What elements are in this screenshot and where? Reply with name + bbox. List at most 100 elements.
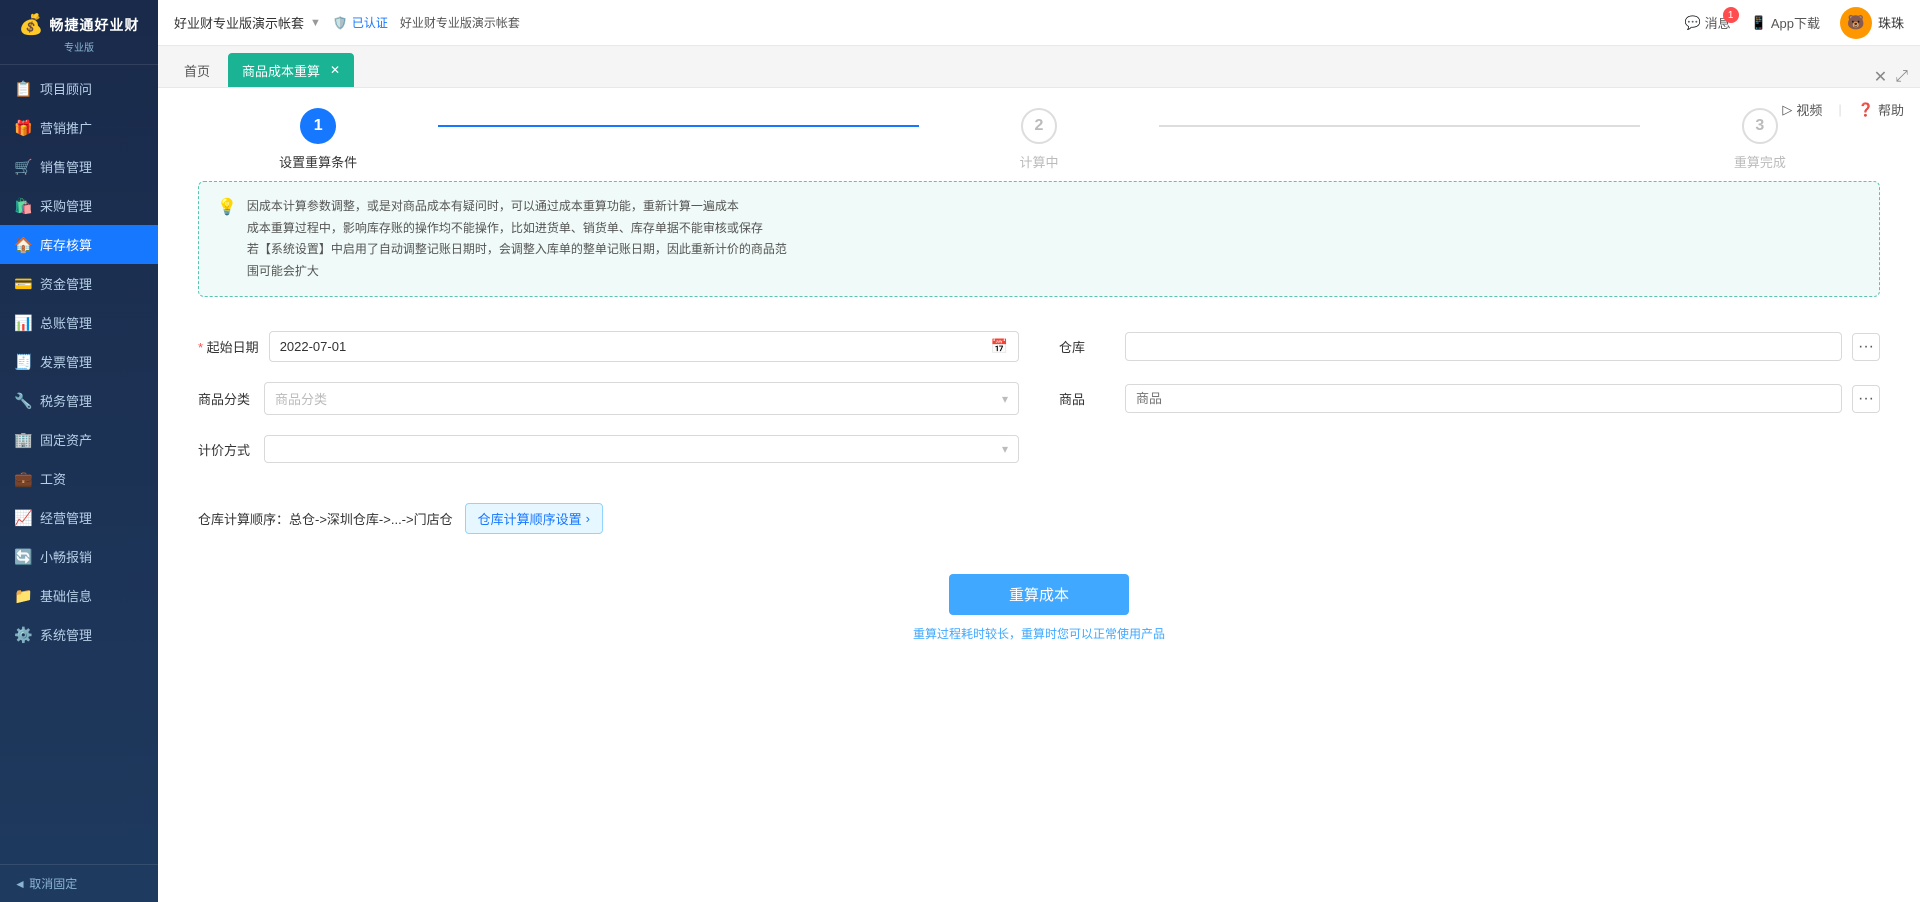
start-date-label: 起始日期: [198, 337, 259, 356]
sidebar-item-sales[interactable]: 🛒 销售管理: [0, 147, 158, 186]
category-field: 商品分类 商品分类 ▾: [198, 382, 1019, 415]
step-connector-2: [1159, 125, 1640, 127]
form-row-2: 商品分类 商品分类 ▾ 商品 ···: [198, 382, 1880, 415]
content-area: ▷ 视频 | ❓ 帮助 1 设置重算条件 2 计算中: [158, 88, 1920, 902]
account-display-name: 好业财专业版演示帐套: [400, 14, 520, 31]
warehouse-field: 仓库 ···: [1059, 332, 1880, 361]
app-download-label: App下载: [1771, 13, 1820, 32]
category-select[interactable]: 商品分类 ▾: [264, 382, 1019, 415]
notice-line-2: 成本重算过程中，影响库存账的操作均不能操作，比如进货单、销货单、库存单据不能审核…: [247, 218, 787, 240]
video-button[interactable]: ▷ 视频: [1782, 100, 1822, 119]
sidebar-label-marketing: 营销推广: [40, 118, 92, 137]
tab-home-label: 首页: [184, 61, 210, 80]
warehouse-order-label: 仓库计算顺序：总仓->深圳仓库->...->门店仓: [198, 509, 453, 528]
content-controls: ▷ 视频 | ❓ 帮助: [1782, 100, 1904, 119]
expand-window-button[interactable]: ⤢: [1895, 68, 1908, 86]
sidebar-item-tax[interactable]: 🔧 税务管理: [0, 381, 158, 420]
goods-input[interactable]: [1136, 391, 1831, 406]
shield-icon: 🛡️: [333, 16, 348, 30]
step-2-num: 2: [1035, 117, 1044, 135]
pricing-select[interactable]: ▾: [264, 435, 1019, 463]
goods-dots-button[interactable]: ···: [1852, 385, 1880, 413]
sidebar-label-project: 项目顾问: [40, 79, 92, 98]
category-placeholder: 商品分类: [275, 389, 1002, 408]
sidebar-item-system[interactable]: ⚙️ 系统管理: [0, 615, 158, 654]
pricing-field: 计价方式 ▾: [198, 435, 1019, 463]
topbar-actions: 💬 消息 1 📱 App下载 🐻 珠珠: [1684, 7, 1904, 39]
sidebar-label-accounting: 总账管理: [40, 313, 92, 332]
video-label: 视频: [1796, 100, 1822, 119]
topbar: 好业财专业版演示帐套 ▼ 🛡️ 已认证 好业财专业版演示帐套 💬 消息 1 📱 …: [158, 0, 1920, 46]
finance-icon: 💳: [14, 275, 32, 293]
sidebar-label-salary: 工资: [40, 469, 66, 488]
step-1-num: 1: [314, 117, 323, 135]
recalc-button[interactable]: 重算成本: [949, 574, 1129, 615]
warehouse-order-settings-button[interactable]: 仓库计算顺序设置 ›: [465, 503, 603, 534]
sidebar-label-operation: 经营管理: [40, 508, 92, 527]
username: 珠珠: [1878, 13, 1904, 32]
start-date-input-wrap[interactable]: 📅: [269, 331, 1019, 362]
accounting-icon: 📊: [14, 314, 32, 332]
help-button[interactable]: ❓ 帮助: [1858, 100, 1904, 119]
expense-icon: 🔄: [14, 548, 32, 566]
tab-close-icon[interactable]: ✕: [330, 63, 340, 77]
step-1: 1 设置重算条件: [198, 108, 438, 171]
step-3-label: 重算完成: [1734, 152, 1786, 171]
pricing-label: 计价方式: [198, 440, 254, 459]
sidebar-item-accounting[interactable]: 📊 总账管理: [0, 303, 158, 342]
sidebar-item-project[interactable]: 📋 项目顾问: [0, 69, 158, 108]
purchase-icon: 🛍️: [14, 197, 32, 215]
main-area: 好业财专业版演示帐套 ▼ 🛡️ 已认证 好业财专业版演示帐套 💬 消息 1 📱 …: [158, 0, 1920, 902]
step-2-circle: 2: [1021, 108, 1057, 144]
divider: |: [1838, 102, 1841, 117]
account-selector[interactable]: 好业财专业版演示帐套 ▼: [174, 13, 321, 32]
tab-home[interactable]: 首页: [170, 53, 224, 87]
tab-recalc[interactable]: 商品成本重算 ✕: [228, 53, 354, 87]
account-chevron-icon: ▼: [310, 17, 321, 29]
app-download-button[interactable]: 📱 App下载: [1751, 13, 1820, 32]
form-area: 起始日期 📅 仓库 ··· 商品分类: [158, 321, 1920, 503]
sidebar-item-salary[interactable]: 💼 工资: [0, 459, 158, 498]
step-2-label: 计算中: [1019, 152, 1058, 171]
sidebar-item-assets[interactable]: 🏢 固定资产: [0, 420, 158, 459]
start-date-input[interactable]: [280, 339, 985, 354]
sales-icon: 🛒: [14, 158, 32, 176]
user-profile[interactable]: 🐻 珠珠: [1840, 7, 1904, 39]
notice-text: 因成本计算参数调整，或是对商品成本有疑问时，可以通过成本重算功能，重新计算一遍成…: [247, 196, 787, 282]
step-1-circle: 1: [300, 108, 336, 144]
sidebar-item-operation[interactable]: 📈 经营管理: [0, 498, 158, 537]
sidebar-item-purchase[interactable]: 🛍️ 采购管理: [0, 186, 158, 225]
message-button[interactable]: 💬 消息 1: [1684, 13, 1730, 32]
warehouse-order-row: 仓库计算顺序：总仓->深圳仓库->...->门店仓 仓库计算顺序设置 ›: [158, 503, 1920, 534]
sidebar-pin-toggle[interactable]: ◄ 取消固定: [0, 864, 158, 902]
sidebar-item-basic[interactable]: 📁 基础信息: [0, 576, 158, 615]
sidebar-logo: 💰 畅捷通好业财 专业版: [0, 0, 158, 65]
step-2: 2 计算中: [919, 108, 1159, 171]
sidebar-label-expense: 小畅报销: [40, 547, 92, 566]
form-row-3: 计价方式 ▾: [198, 435, 1880, 463]
sidebar-label-finance: 资金管理: [40, 274, 92, 293]
warehouse-input[interactable]: [1136, 339, 1831, 354]
calendar-icon[interactable]: 📅: [991, 338, 1008, 355]
tab-recalc-label: 商品成本重算: [242, 61, 320, 80]
sidebar-label-basic: 基础信息: [40, 586, 92, 605]
sidebar-item-inventory[interactable]: 🏠 库存核算: [0, 225, 158, 264]
sidebar-item-finance[interactable]: 💳 资金管理: [0, 264, 158, 303]
system-icon: ⚙️: [14, 626, 32, 644]
sidebar-nav: 📋 项目顾问 🎁 营销推广 🛒 销售管理 🛍️ 采购管理 🏠 库存核算 💳 资金…: [0, 65, 158, 864]
marketing-icon: 🎁: [14, 119, 32, 137]
sidebar-label-system: 系统管理: [40, 625, 92, 644]
sidebar-item-expense[interactable]: 🔄 小畅报销: [0, 537, 158, 576]
pricing-chevron-icon: ▾: [1002, 442, 1008, 456]
sidebar-item-marketing[interactable]: 🎁 营销推广: [0, 108, 158, 147]
warehouse-order-arrow-icon: ›: [586, 511, 590, 526]
sidebar-label-sales: 销售管理: [40, 157, 92, 176]
sidebar-label-purchase: 采购管理: [40, 196, 92, 215]
sidebar-item-invoice[interactable]: 🧾 发票管理: [0, 342, 158, 381]
category-label: 商品分类: [198, 389, 254, 408]
warehouse-dots-button[interactable]: ···: [1852, 333, 1880, 361]
close-window-button[interactable]: ✕: [1874, 67, 1887, 87]
recalc-hint: 重算过程耗时较长，重算时您可以正常使用产品: [913, 625, 1165, 642]
warehouse-order-btn-label: 仓库计算顺序设置: [478, 509, 582, 528]
app-title: 畅捷通好业财: [49, 15, 139, 35]
